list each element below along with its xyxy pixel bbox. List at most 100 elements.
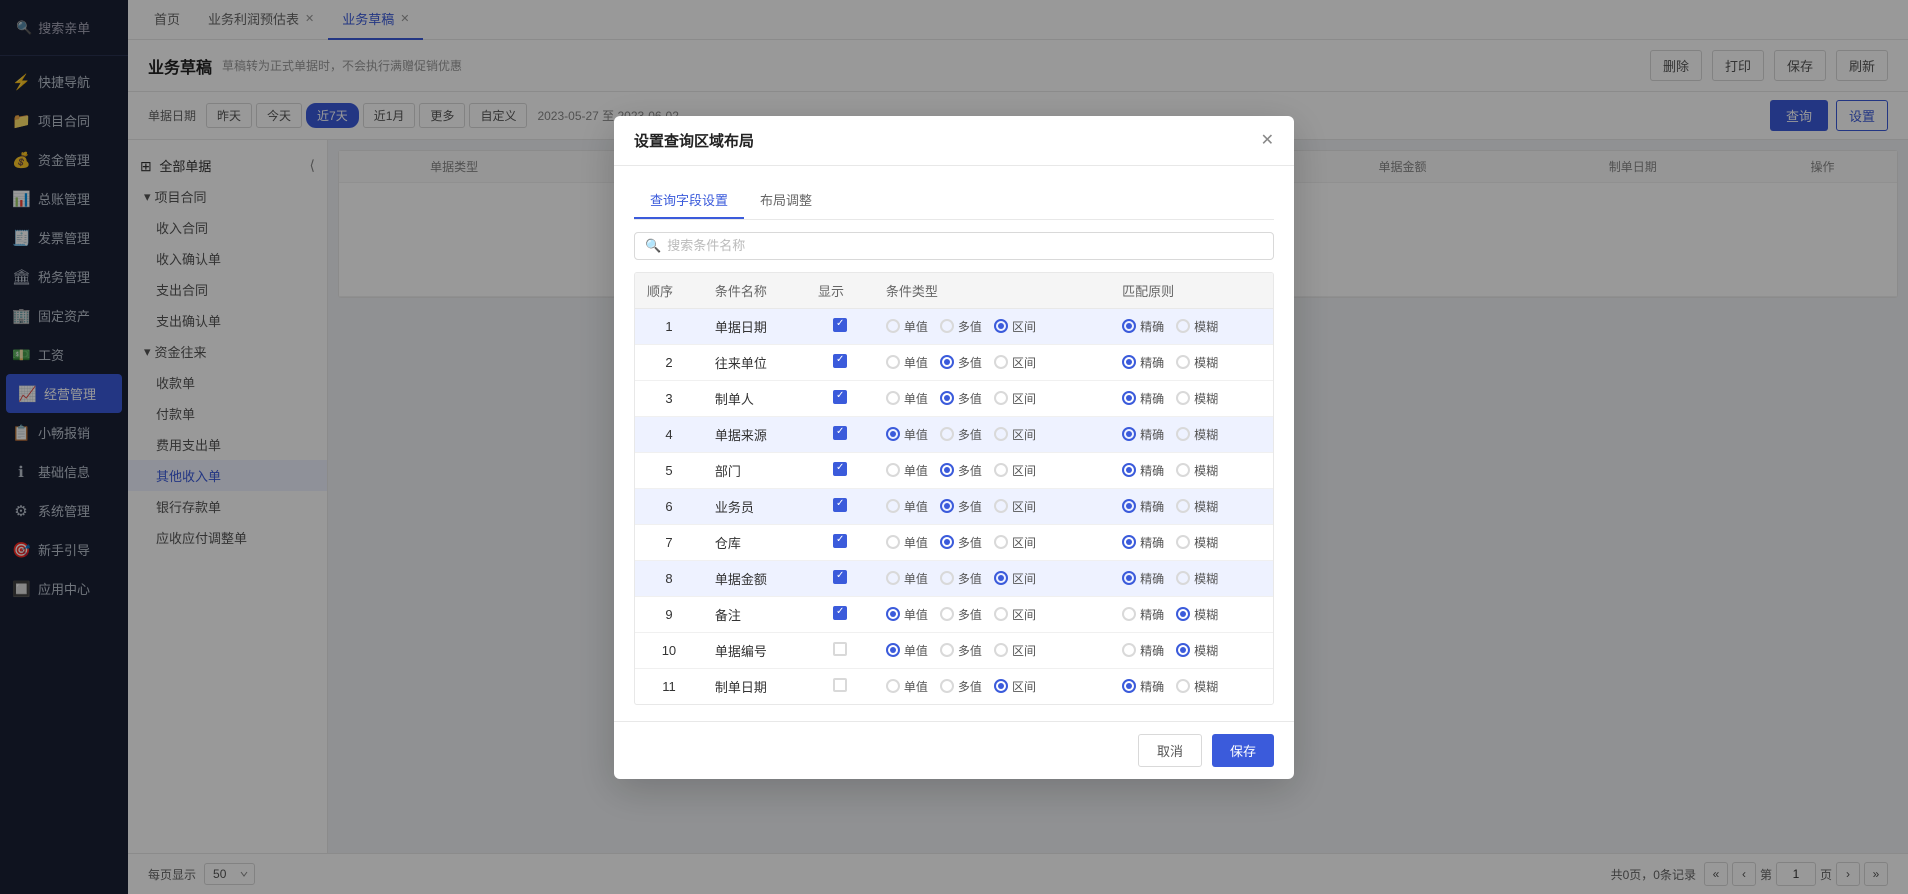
modal-save-button[interactable]: 保存 [1212, 734, 1274, 767]
match-radio-fuzzy-0[interactable]: 模糊 [1176, 318, 1218, 335]
cond-radio-multi-8[interactable]: 多值 [940, 606, 982, 623]
cond-radio-range-10[interactable]: 区间 [994, 678, 1036, 695]
cond-radio-single-4[interactable]: 单值 [886, 462, 928, 479]
cond-radio-multi-10[interactable]: 多值 [940, 678, 982, 695]
cond-radio-single-1[interactable]: 单值 [886, 354, 928, 371]
modal-search-input[interactable] [667, 238, 1263, 253]
cond-radio-multi-0[interactable]: 多值 [940, 318, 982, 335]
match-radio-fuzzy-5[interactable]: 模糊 [1176, 498, 1218, 515]
row-show-9[interactable] [806, 632, 874, 668]
match-radio-exact-2[interactable]: 精确 [1122, 390, 1164, 407]
row-show-5[interactable] [806, 488, 874, 524]
cond-radio-single-9[interactable]: 单值 [886, 642, 928, 659]
cond-radio-multi-2[interactable]: 多值 [940, 390, 982, 407]
match-circle-exact-6 [1122, 535, 1136, 549]
radio-circle-range-8 [994, 607, 1008, 621]
match-radio-exact-1[interactable]: 精确 [1122, 354, 1164, 371]
row-order-0: 1 [635, 308, 703, 344]
show-checkbox-2[interactable] [833, 390, 847, 404]
cond-radio-range-4[interactable]: 区间 [994, 462, 1036, 479]
cond-radio-multi-1[interactable]: 多值 [940, 354, 982, 371]
match-circle-fuzzy-10 [1176, 679, 1190, 693]
cond-radio-single-10[interactable]: 单值 [886, 678, 928, 695]
show-checkbox-7[interactable] [833, 570, 847, 584]
show-checkbox-6[interactable] [833, 534, 847, 548]
cond-radio-range-3[interactable]: 区间 [994, 426, 1036, 443]
cond-radio-single-6[interactable]: 单值 [886, 534, 928, 551]
show-checkbox-10[interactable] [833, 678, 847, 692]
match-radio-exact-5[interactable]: 精确 [1122, 498, 1164, 515]
row-show-6[interactable] [806, 524, 874, 560]
match-radio-exact-3[interactable]: 精确 [1122, 426, 1164, 443]
match-radio-fuzzy-2[interactable]: 模糊 [1176, 390, 1218, 407]
cond-radio-multi-3[interactable]: 多值 [940, 426, 982, 443]
row-show-1[interactable] [806, 344, 874, 380]
match-radio-exact-8[interactable]: 精确 [1122, 606, 1164, 623]
cond-radio-range-9[interactable]: 区间 [994, 642, 1036, 659]
show-checkbox-8[interactable] [833, 606, 847, 620]
row-condition-10: 单值多值区间 [874, 668, 1110, 704]
show-checkbox-5[interactable] [833, 498, 847, 512]
match-radio-fuzzy-3[interactable]: 模糊 [1176, 426, 1218, 443]
modal-col-2: 显示 [806, 273, 874, 309]
radio-circle-range-6 [994, 535, 1008, 549]
cond-radio-multi-9[interactable]: 多值 [940, 642, 982, 659]
row-condition-3: 单值多值区间 [874, 416, 1110, 452]
condition-type-group-6: 单值多值区间 [886, 534, 1098, 551]
row-match-3: 精确模糊 [1110, 416, 1273, 452]
cond-radio-range-5[interactable]: 区间 [994, 498, 1036, 515]
show-checkbox-9[interactable] [833, 642, 847, 656]
row-show-3[interactable] [806, 416, 874, 452]
cond-radio-range-0[interactable]: 区间 [994, 318, 1036, 335]
radio-circle-multi-5 [940, 499, 954, 513]
cond-radio-range-7[interactable]: 区间 [994, 570, 1036, 587]
modal-close-button[interactable]: ✕ [1261, 130, 1274, 150]
match-radio-exact-0[interactable]: 精确 [1122, 318, 1164, 335]
cond-radio-multi-4[interactable]: 多值 [940, 462, 982, 479]
modal-search-box[interactable]: 🔍 [634, 232, 1274, 260]
match-radio-fuzzy-4[interactable]: 模糊 [1176, 462, 1218, 479]
cond-radio-multi-5[interactable]: 多值 [940, 498, 982, 515]
modal-tab-0[interactable]: 查询字段设置 [634, 182, 744, 219]
cond-radio-single-5[interactable]: 单值 [886, 498, 928, 515]
match-radio-fuzzy-1[interactable]: 模糊 [1176, 354, 1218, 371]
show-checkbox-4[interactable] [833, 462, 847, 476]
row-show-2[interactable] [806, 380, 874, 416]
match-radio-exact-4[interactable]: 精确 [1122, 462, 1164, 479]
cond-radio-single-8[interactable]: 单值 [886, 606, 928, 623]
cancel-button[interactable]: 取消 [1138, 734, 1202, 767]
cond-radio-single-3[interactable]: 单值 [886, 426, 928, 443]
row-match-8: 精确模糊 [1110, 596, 1273, 632]
cond-radio-multi-6[interactable]: 多值 [940, 534, 982, 551]
row-show-7[interactable] [806, 560, 874, 596]
cond-radio-range-2[interactable]: 区间 [994, 390, 1036, 407]
show-checkbox-3[interactable] [833, 426, 847, 440]
cond-radio-single-2[interactable]: 单值 [886, 390, 928, 407]
match-radio-fuzzy-7[interactable]: 模糊 [1176, 570, 1218, 587]
match-radio-exact-6[interactable]: 精确 [1122, 534, 1164, 551]
cond-radio-range-6[interactable]: 区间 [994, 534, 1036, 551]
cond-radio-single-0[interactable]: 单值 [886, 318, 928, 335]
match-radio-fuzzy-9[interactable]: 模糊 [1176, 642, 1218, 659]
modal-tab-1[interactable]: 布局调整 [744, 182, 828, 219]
match-radio-fuzzy-6[interactable]: 模糊 [1176, 534, 1218, 551]
show-checkbox-1[interactable] [833, 354, 847, 368]
condition-type-group-0: 单值多值区间 [886, 318, 1098, 335]
radio-circle-single-7 [886, 571, 900, 585]
row-show-4[interactable] [806, 452, 874, 488]
row-show-8[interactable] [806, 596, 874, 632]
match-radio-exact-7[interactable]: 精确 [1122, 570, 1164, 587]
cond-radio-range-8[interactable]: 区间 [994, 606, 1036, 623]
row-show-0[interactable] [806, 308, 874, 344]
cond-radio-range-1[interactable]: 区间 [994, 354, 1036, 371]
row-show-10[interactable] [806, 668, 874, 704]
match-radio-fuzzy-10[interactable]: 模糊 [1176, 678, 1218, 695]
cond-radio-multi-7[interactable]: 多值 [940, 570, 982, 587]
cond-radio-single-7[interactable]: 单值 [886, 570, 928, 587]
match-radio-exact-10[interactable]: 精确 [1122, 678, 1164, 695]
match-radio-fuzzy-8[interactable]: 模糊 [1176, 606, 1218, 623]
match-radio-exact-9[interactable]: 精确 [1122, 642, 1164, 659]
match-circle-fuzzy-8 [1176, 607, 1190, 621]
match-group-10: 精确模糊 [1122, 678, 1261, 695]
show-checkbox-0[interactable] [833, 318, 847, 332]
